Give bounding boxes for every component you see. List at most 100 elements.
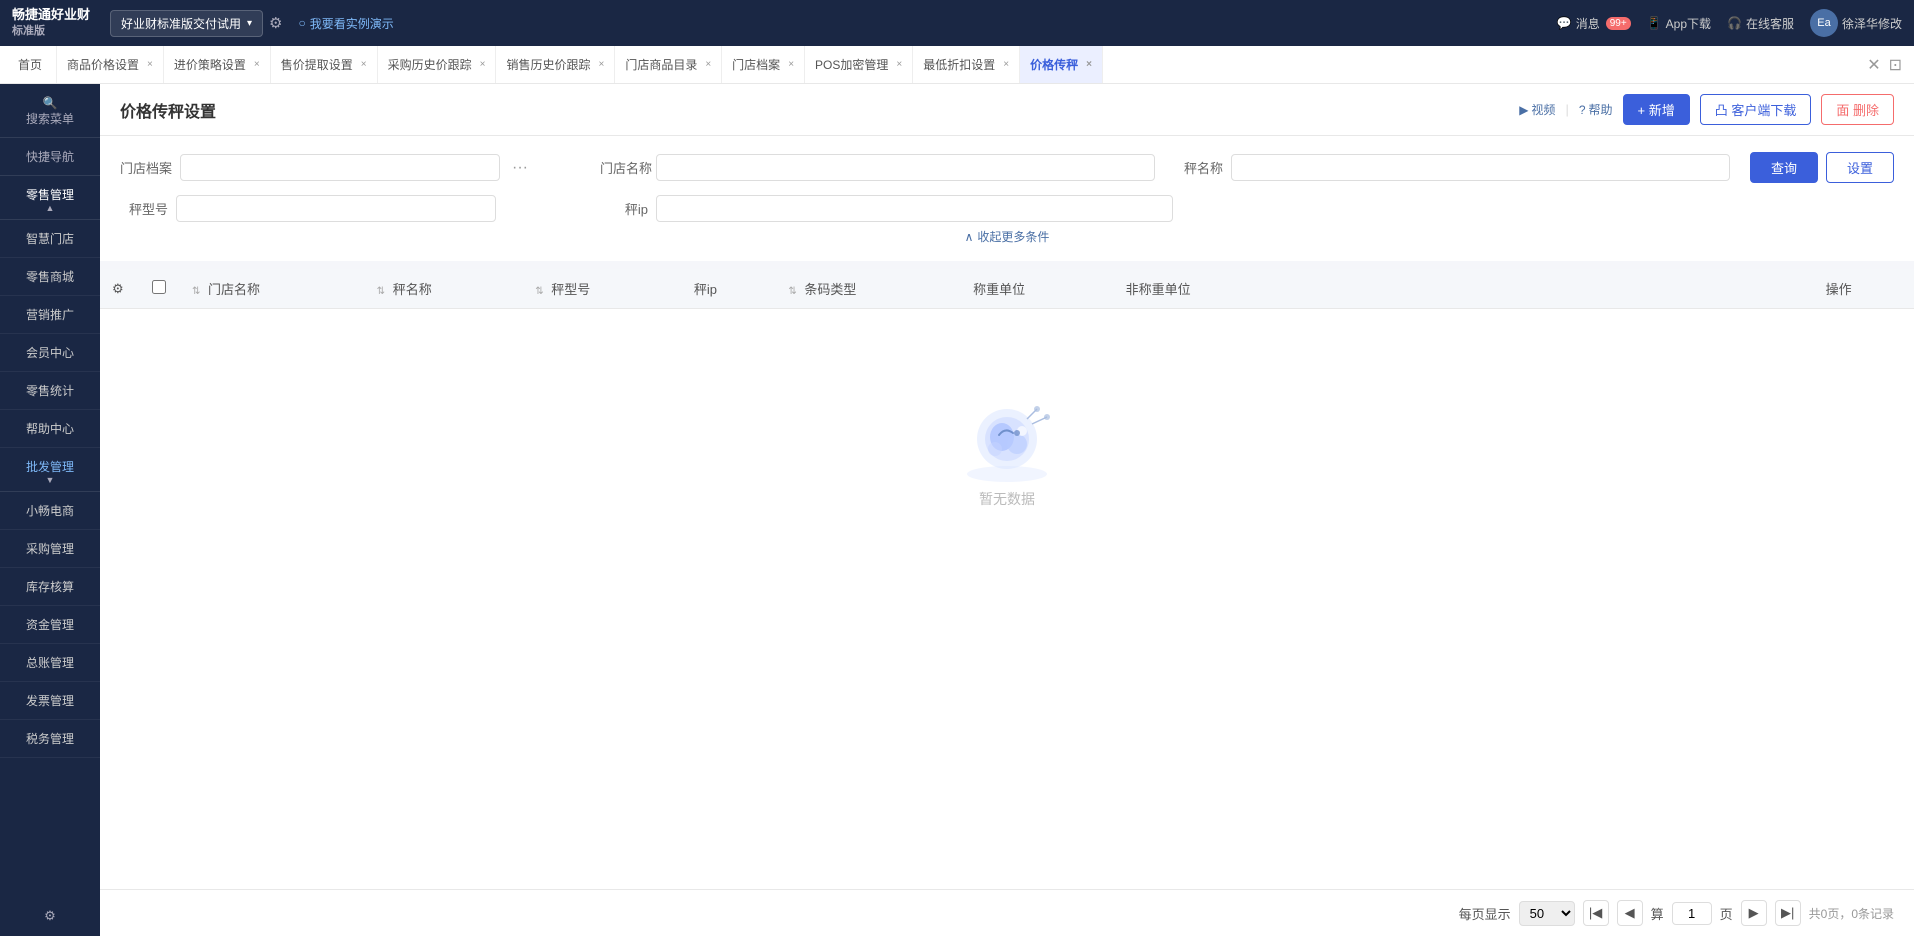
- scale-model-input[interactable]: [176, 195, 496, 222]
- sidebar-item-总账管理[interactable]: 总账管理: [0, 644, 100, 682]
- add-button[interactable]: + 新增: [1623, 94, 1690, 125]
- th-store-name[interactable]: 门店名称: [180, 269, 365, 309]
- help-icon: ?: [1579, 103, 1586, 117]
- more-options-icon[interactable]: ···: [512, 159, 528, 177]
- sidebar-item-零售管理[interactable]: 零售管理 ▲: [0, 176, 100, 220]
- sidebar-item-批发管理[interactable]: 批发管理 ▼: [0, 448, 100, 492]
- data-table-container: ⚙ 门店名称 秤名称 秤型号: [100, 269, 1914, 889]
- page-title: 价格传秤设置: [120, 98, 216, 122]
- tab-门店商品目录[interactable]: 门店商品目录 ×: [615, 46, 722, 84]
- filter-row-2: 秤型号 秤ip: [120, 195, 1894, 222]
- store-archive-input[interactable]: [180, 154, 500, 181]
- store-name-input[interactable]: [656, 154, 1155, 181]
- tab-home[interactable]: 首页: [4, 46, 57, 84]
- tab-销售历史价跟踪[interactable]: 销售历史价跟踪 ×: [496, 46, 615, 84]
- last-page-button[interactable]: ▶|: [1775, 900, 1801, 926]
- tab-售价提取设置[interactable]: 售价提取设置 ×: [271, 46, 378, 84]
- tab-最低折扣设置[interactable]: 最低折扣设置 ×: [913, 46, 1020, 84]
- sidebar-item-小畅电商[interactable]: 小畅电商: [0, 492, 100, 530]
- tab-门店档案[interactable]: 门店档案 ×: [722, 46, 805, 84]
- sidebar-item-采购管理[interactable]: 采购管理: [0, 530, 100, 568]
- th-barcode-type[interactable]: 条码类型: [776, 269, 961, 309]
- sidebar-item-会员中心[interactable]: 会员中心: [0, 334, 100, 372]
- filter-scale-model: 秤型号: [120, 195, 580, 222]
- empty-row: 暂无数据: [100, 309, 1914, 590]
- scale-ip-input[interactable]: [656, 195, 1173, 222]
- close-icon[interactable]: ×: [361, 59, 367, 70]
- user-menu[interactable]: Ea 徐泽华修改: [1810, 9, 1902, 37]
- message-icon: 💬: [1557, 16, 1572, 30]
- tab-价格传秤[interactable]: 价格传秤 ×: [1020, 46, 1103, 84]
- close-icon[interactable]: ×: [705, 59, 711, 70]
- chevron-up-icon: ▲: [46, 203, 55, 213]
- download-button[interactable]: 凸 客户端下载: [1700, 94, 1812, 125]
- online-service-button[interactable]: 🎧 在线客服: [1727, 15, 1794, 32]
- th-scale-model[interactable]: 秤型号: [523, 269, 682, 309]
- filter-store-name: 门店名称: [600, 154, 1155, 181]
- top-bar: 畅捷通好业财 标准版 好业财标准版交付试用 ▾ ⚙ ○ 我要看实例演示 💬 消息…: [0, 0, 1914, 46]
- demo-link[interactable]: ○ 我要看实例演示: [299, 15, 394, 32]
- close-icon[interactable]: ×: [480, 59, 486, 70]
- close-icon[interactable]: ×: [1003, 59, 1009, 70]
- sidebar-item-零售商城[interactable]: 零售商城: [0, 258, 100, 296]
- tab-采购历史价跟踪[interactable]: 采购历史价跟踪 ×: [378, 46, 497, 84]
- th-scale-name[interactable]: 秤名称: [365, 269, 524, 309]
- app-download-button[interactable]: 📱 App下载: [1647, 15, 1711, 32]
- headset-icon: 🎧: [1727, 16, 1742, 30]
- empty-text: 暂无数据: [979, 489, 1035, 509]
- search-icon: 🔍: [0, 96, 100, 110]
- content-area: 价格传秤设置 ▶ 视频 | ? 帮助 + 新增 凸 客户端下载 面: [100, 84, 1914, 936]
- total-info: 共0页，0条记录: [1809, 905, 1894, 922]
- close-icon[interactable]: ×: [147, 59, 153, 70]
- tab-商品价格设置[interactable]: 商品价格设置 ×: [57, 46, 164, 84]
- filter-row-1: 门店档案 ··· 门店名称 秤名称 查询 设置: [120, 152, 1894, 183]
- close-tab-icon[interactable]: ✕: [1867, 55, 1880, 75]
- sidebar-item-零售统计[interactable]: 零售统计: [0, 372, 100, 410]
- th-action: 操作: [1814, 269, 1914, 309]
- page-size-select[interactable]: 20 50 100: [1519, 901, 1575, 926]
- video-icon: ▶: [1519, 103, 1528, 117]
- prev-page-button[interactable]: ◀: [1617, 900, 1643, 926]
- close-icon[interactable]: ×: [788, 59, 794, 70]
- video-link[interactable]: ▶ 视频: [1519, 101, 1555, 118]
- tab-进价策略设置[interactable]: 进价策略设置 ×: [164, 46, 271, 84]
- sidebar-item-帮助中心[interactable]: 帮助中心: [0, 410, 100, 448]
- version-selector[interactable]: 好业财标准版交付试用 ▾: [110, 10, 263, 37]
- sidebar-gear-icon[interactable]: ⚙: [0, 896, 100, 936]
- chevron-down-icon: ▾: [247, 18, 252, 29]
- settings-gear-icon[interactable]: ⚙: [269, 14, 282, 32]
- empty-state: 暂无数据: [100, 309, 1914, 589]
- collapse-button[interactable]: ∧ 收起更多条件: [120, 222, 1894, 245]
- next-page-button[interactable]: ▶: [1741, 900, 1767, 926]
- sidebar-quick-nav[interactable]: 快捷导航: [0, 138, 100, 176]
- sidebar-item-营销推广[interactable]: 营销推广: [0, 296, 100, 334]
- close-icon[interactable]: ×: [1086, 59, 1092, 70]
- close-icon[interactable]: ×: [896, 59, 902, 70]
- th-weight-unit: 称重单位: [961, 269, 1114, 309]
- help-link[interactable]: ? 帮助: [1579, 101, 1613, 118]
- avatar: Ea: [1810, 9, 1838, 37]
- message-badge: 99+: [1606, 17, 1631, 30]
- close-icon[interactable]: ×: [598, 59, 604, 70]
- sidebar-item-库存核算[interactable]: 库存核算: [0, 568, 100, 606]
- page-number-input[interactable]: [1672, 902, 1712, 925]
- expand-tab-icon[interactable]: ⊡: [1889, 55, 1902, 75]
- first-page-button[interactable]: |◀: [1583, 900, 1609, 926]
- delete-button[interactable]: 面 删除: [1821, 94, 1894, 125]
- sidebar-item-发票管理[interactable]: 发票管理: [0, 682, 100, 720]
- settings-filter-button[interactable]: 设置: [1826, 152, 1894, 183]
- sidebar-search[interactable]: 🔍 搜索菜单: [0, 84, 100, 138]
- tab-POS加密管理[interactable]: POS加密管理 ×: [805, 46, 913, 84]
- th-settings[interactable]: ⚙: [100, 269, 140, 309]
- close-icon[interactable]: ×: [254, 59, 260, 70]
- mobile-icon: 📱: [1647, 16, 1662, 30]
- query-button[interactable]: 查询: [1750, 152, 1818, 183]
- store-name-label: 门店名称: [600, 158, 648, 177]
- sidebar-item-税务管理[interactable]: 税务管理: [0, 720, 100, 758]
- sidebar-item-资金管理[interactable]: 资金管理: [0, 606, 100, 644]
- content-header: 价格传秤设置 ▶ 视频 | ? 帮助 + 新增 凸 客户端下载 面: [100, 84, 1914, 136]
- message-button[interactable]: 💬 消息 99+: [1557, 15, 1631, 32]
- scale-name-input[interactable]: [1231, 154, 1730, 181]
- sidebar-item-智慧门店[interactable]: 智慧门店: [0, 220, 100, 258]
- select-all-checkbox[interactable]: [152, 280, 166, 294]
